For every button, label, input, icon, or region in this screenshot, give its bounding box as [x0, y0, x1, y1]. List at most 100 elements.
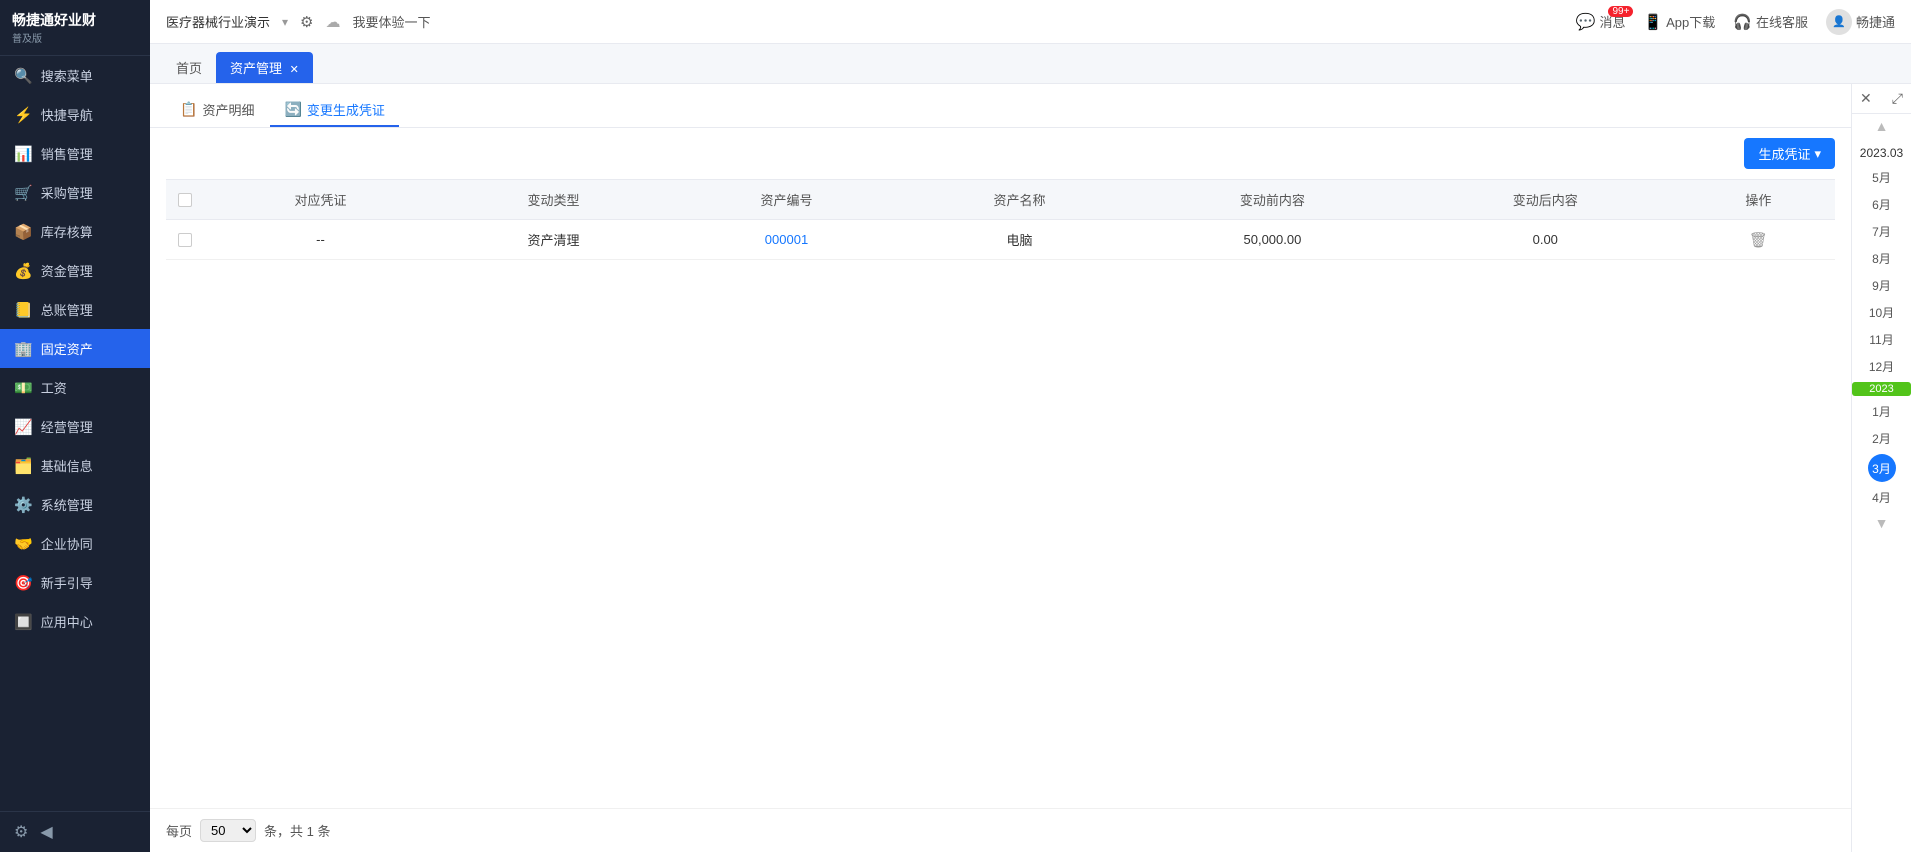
row-checkbox[interactable] [178, 233, 192, 247]
generate-voucher-button[interactable]: 生成凭证 ▾ [1744, 138, 1835, 169]
per-page-select[interactable]: 50 10 20 100 [200, 819, 256, 842]
month-9[interactable]: 9月 [1852, 272, 1911, 299]
service-icon: 🎧 [1733, 13, 1752, 31]
month-5[interactable]: 5月 [1852, 164, 1911, 191]
basic-info-icon: 🗂️ [14, 457, 33, 475]
sidebar-item-label: 新手引导 [41, 573, 93, 592]
topbar-online-service[interactable]: 🎧 在线客服 [1733, 12, 1808, 31]
sidebar-item-app-center[interactable]: 🔲 应用中心 [0, 602, 150, 641]
tab-home[interactable]: 首页 [166, 52, 212, 83]
right-panel: ✕ ⤢ ▲ 2023.03 5月 6月 7月 8月 9月 10月 11月 12月… [1851, 84, 1911, 852]
sidebar-item-label: 系统管理 [41, 495, 93, 514]
col-voucher: 对应凭证 [204, 180, 437, 220]
app-edition: 普及版 [12, 30, 138, 45]
topbar-app-download[interactable]: 📱 App下载 [1643, 12, 1715, 31]
content-inner: 📋 资产明细 🔄 变更生成凭证 生成凭证 ▾ [150, 84, 1851, 852]
right-panel-header: ✕ ⤢ [1852, 84, 1911, 114]
col-before: 变动前内容 [1136, 180, 1409, 220]
sidebar-item-label: 总账管理 [41, 300, 93, 319]
message-icon: 💬 [1576, 12, 1596, 32]
cell-before: 50,000.00 [1136, 220, 1409, 260]
cell-asset-no: 000001 [670, 220, 903, 260]
sidebar-item-management[interactable]: 📈 经营管理 [0, 407, 150, 446]
sidebar-item-collab[interactable]: 🤝 企业协同 [0, 524, 150, 563]
sidebar: 畅捷通好业财 普及版 🔍 搜索菜单 ⚡ 快捷导航 📊 销售管理 🛒 采购管理 📦… [0, 0, 150, 852]
tab-asset-management[interactable]: 资产管理 ✕ [216, 52, 313, 83]
cell-change-type: 资产清理 [437, 220, 670, 260]
sidebar-item-nav[interactable]: ⚡ 快捷导航 [0, 95, 150, 134]
sidebar-item-label: 快捷导航 [41, 105, 93, 124]
subtabs: 📋 资产明细 🔄 变更生成凭证 [150, 84, 1851, 128]
close-right-panel-icon[interactable]: ✕ [1860, 90, 1872, 107]
generate-arrow-icon: ▾ [1814, 146, 1821, 162]
sidebar-item-sales[interactable]: 📊 销售管理 [0, 134, 150, 173]
avatar: 👤 [1826, 9, 1852, 35]
month-7[interactable]: 7月 [1852, 218, 1911, 245]
month-1[interactable]: 1月 [1852, 398, 1911, 425]
col-asset-no: 资产编号 [670, 180, 903, 220]
purchase-icon: 🛒 [14, 184, 33, 202]
col-after: 变动后内容 [1409, 180, 1682, 220]
select-all-checkbox[interactable] [178, 193, 192, 207]
month-2[interactable]: 2月 [1852, 425, 1911, 452]
cell-after: 0.00 [1409, 220, 1682, 260]
topbar-message[interactable]: 💬 消息 99+ [1576, 12, 1626, 32]
sidebar-item-ledger[interactable]: 📒 总账管理 [0, 290, 150, 329]
sidebar-item-search[interactable]: 🔍 搜索菜单 [0, 56, 150, 95]
ledger-icon: 📒 [14, 301, 33, 319]
col-action: 操作 [1682, 180, 1835, 220]
month-11[interactable]: 11月 [1852, 326, 1911, 353]
tab-close-icon[interactable]: ✕ [290, 64, 299, 76]
collapse-icon[interactable]: ◀ [40, 822, 52, 842]
row-checkbox-cell[interactable] [166, 220, 204, 260]
sidebar-item-guide[interactable]: 🎯 新手引导 [0, 563, 150, 602]
sidebar-item-basic-info[interactable]: 🗂️ 基础信息 [0, 446, 150, 485]
month-8[interactable]: 8月 [1852, 245, 1911, 272]
topbar-arrow-icon[interactable]: ▾ [282, 15, 288, 29]
month-6[interactable]: 6月 [1852, 191, 1911, 218]
month-3-current[interactable]: 3月 [1868, 454, 1896, 482]
sidebar-item-system[interactable]: ⚙️ 系统管理 [0, 485, 150, 524]
expand-right-panel-icon[interactable]: ⤢ [1892, 90, 1903, 107]
year-badge[interactable]: 2023 [1852, 382, 1911, 396]
topbar-gear-icon[interactable]: ⚙ [300, 13, 313, 31]
app-name: 畅捷通好业财 [12, 10, 138, 30]
scroll-up-icon[interactable]: ▲ [1871, 114, 1893, 138]
sidebar-item-purchase[interactable]: 🛒 采购管理 [0, 173, 150, 212]
sidebar-item-fixed-assets[interactable]: 🏢 固定资产 [0, 329, 150, 368]
month-4[interactable]: 4月 [1852, 484, 1911, 511]
subtab-asset-detail[interactable]: 📋 资产明细 [166, 94, 268, 127]
sidebar-item-salary[interactable]: 💵 工资 [0, 368, 150, 407]
col-asset-name: 资产名称 [903, 180, 1136, 220]
sidebar-item-finance[interactable]: 💰 资金管理 [0, 251, 150, 290]
content-area: 📋 资产明细 🔄 变更生成凭证 生成凭证 ▾ [150, 84, 1911, 852]
change-voucher-icon: 🔄 [284, 101, 301, 118]
sidebar-item-label: 经营管理 [41, 417, 93, 436]
app-download-icon: 📱 [1643, 13, 1662, 31]
topbar-user[interactable]: 👤 畅捷通 [1826, 9, 1895, 35]
search-icon: 🔍 [14, 67, 33, 85]
inventory-icon: 📦 [14, 223, 33, 241]
cell-asset-name: 电脑 [903, 220, 1136, 260]
select-all-header[interactable] [166, 180, 204, 220]
total-text: 条，共 1 条 [264, 821, 330, 840]
sidebar-item-label: 库存核算 [41, 222, 93, 241]
sidebar-item-label: 应用中心 [41, 612, 93, 631]
sidebar-bottom: ⚙ ◀ [0, 811, 150, 852]
per-page-label: 每页 [166, 821, 192, 840]
topbar-experience[interactable]: 我要体验一下 [353, 12, 431, 31]
month-10[interactable]: 10月 [1852, 299, 1911, 326]
month-12[interactable]: 12月 [1852, 353, 1911, 380]
delete-row-icon[interactable]: 🗑 [1749, 232, 1768, 249]
cell-action[interactable]: 🗑 [1682, 220, 1835, 260]
sidebar-item-label: 基础信息 [41, 456, 93, 475]
topbar: 医疗器械行业演示 ▾ ⚙ ☁ 我要体验一下 💬 消息 99+ 📱 App下载 🎧… [150, 0, 1911, 44]
settings-bottom-icon[interactable]: ⚙ [14, 822, 28, 842]
sidebar-scroll: 🔍 搜索菜单 ⚡ 快捷导航 📊 销售管理 🛒 采购管理 📦 库存核算 💰 资金管… [0, 56, 150, 811]
collab-icon: 🤝 [14, 535, 33, 553]
sidebar-item-label: 企业协同 [41, 534, 93, 553]
sidebar-item-inventory[interactable]: 📦 库存核算 [0, 212, 150, 251]
sales-icon: 📊 [14, 145, 33, 163]
subtab-change-voucher[interactable]: 🔄 变更生成凭证 [270, 94, 398, 127]
scroll-down-icon[interactable]: ▼ [1871, 511, 1893, 535]
